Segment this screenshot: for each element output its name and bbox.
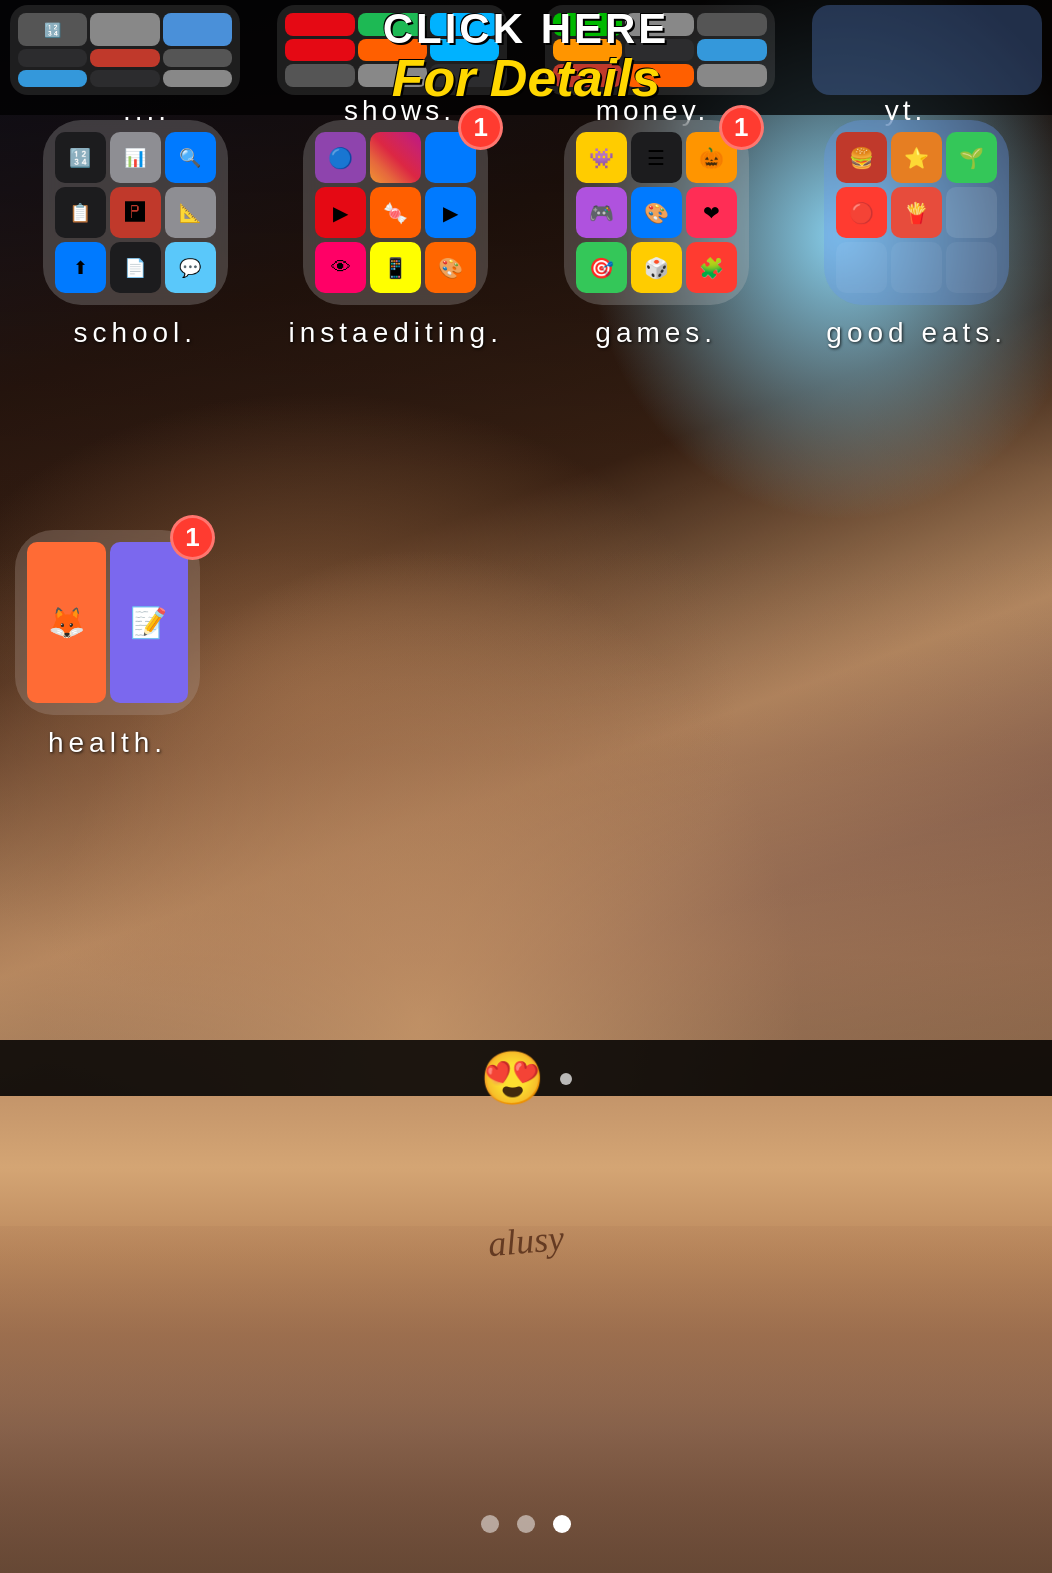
app-health-1: 🦊 (27, 542, 106, 703)
app-eats-3: 🌱 (946, 132, 997, 183)
for-details-text: For Details (392, 50, 661, 107)
folder-name-health: health. (48, 727, 167, 759)
folder-school[interactable]: 🔢 📊 🔍 📋 🅿 📐 ⬆ 📄 💬 school. (15, 120, 256, 349)
folder-name-instaediting: instaediting. (289, 317, 503, 349)
app-insta-4: ▶ (315, 187, 366, 238)
app-games-2: ☰ (631, 132, 682, 183)
app-games-8: 🎲 (631, 242, 682, 293)
app-school-5: 🅿 (110, 187, 161, 238)
click-here-text: CLICK HERE (383, 8, 670, 50)
folder-icon-health[interactable]: 1 🦊 📝 (15, 530, 200, 715)
badge-health: 1 (170, 515, 215, 560)
app-eats-2: ⭐ (891, 132, 942, 183)
second-row-folders: 1 🦊 📝 health. (15, 530, 200, 759)
folder-goodeats[interactable]: 🍔 ⭐ 🌱 🔴 🍟 good eats. (797, 120, 1038, 349)
page-dot-3-active[interactable] (553, 1515, 571, 1533)
app-eats-7 (836, 242, 887, 293)
app-insta-8: 📱 (370, 242, 421, 293)
emoji-area: 😍 (0, 1048, 1052, 1109)
page-dots (0, 1515, 1052, 1533)
folder-icon-instaediting[interactable]: 1 🔵 ▶ 🍬 ▶ 👁 📱 🎨 (303, 120, 488, 305)
app-school-6: 📐 (165, 187, 216, 238)
app-eats-5: 🍟 (891, 187, 942, 238)
app-school-2: 📊 (110, 132, 161, 183)
app-school-1: 🔢 (55, 132, 106, 183)
app-school-4: 📋 (55, 187, 106, 238)
folder-health[interactable]: 1 🦊 📝 health. (15, 530, 200, 759)
app-games-6: ❤ (686, 187, 737, 238)
app-insta-1: 🔵 (315, 132, 366, 183)
app-eats-1: 🍔 (836, 132, 887, 183)
app-games-9: 🧩 (686, 242, 737, 293)
folder-games[interactable]: 1 👾 ☰ 🎃 🎮 🎨 ❤ 🎯 🎲 🧩 games. (536, 120, 777, 349)
folder-icon-school[interactable]: 🔢 📊 🔍 📋 🅿 📐 ⬆ 📄 💬 (43, 120, 228, 305)
app-games-1: 👾 (576, 132, 627, 183)
second-photo-section (0, 1096, 1052, 1573)
app-games-4: 🎮 (576, 187, 627, 238)
emoji-heart-eyes: 😍 (480, 1048, 545, 1109)
tattoo-area: alusy (300, 1220, 752, 1262)
app-school-8: 📄 (110, 242, 161, 293)
app-insta-9: 🎨 (425, 242, 476, 293)
app-insta-6: ▶ (425, 187, 476, 238)
app-school-9: 💬 (165, 242, 216, 293)
folder-icon-goodeats[interactable]: 🍔 ⭐ 🌱 🔴 🍟 (824, 120, 1009, 305)
folders-grid: 🔢 📊 🔍 📋 🅿 📐 ⬆ 📄 💬 school. 1 🔵 ▶ 🍬 ▶ 👁 📱 … (0, 120, 1052, 349)
app-games-7: 🎯 (576, 242, 627, 293)
page-dot-1[interactable] (481, 1515, 499, 1533)
app-insta-2 (370, 132, 421, 183)
app-eats-8 (891, 242, 942, 293)
folder-icon-games[interactable]: 1 👾 ☰ 🎃 🎮 🎨 ❤ 🎯 🎲 🧩 (564, 120, 749, 305)
badge-games: 1 (719, 105, 764, 150)
click-here-banner[interactable]: CLICK HERE For Details (0, 0, 1052, 107)
app-eats-4: 🔴 (836, 187, 887, 238)
app-games-5: 🎨 (631, 187, 682, 238)
app-eats-9 (946, 242, 997, 293)
app-insta-5: 🍬 (370, 187, 421, 238)
dot-indicator (560, 1073, 572, 1085)
folder-name-games: games. (595, 317, 717, 349)
app-school-7: ⬆ (55, 242, 106, 293)
app-school-3: 🔍 (165, 132, 216, 183)
page-dot-2[interactable] (517, 1515, 535, 1533)
app-eats-6 (946, 187, 997, 238)
folder-name-school: school. (73, 317, 197, 349)
folder-instaediting[interactable]: 1 🔵 ▶ 🍬 ▶ 👁 📱 🎨 instaediting. (276, 120, 517, 349)
app-insta-7: 👁 (315, 242, 366, 293)
app-health-2: 📝 (110, 542, 189, 703)
badge-instaediting: 1 (458, 105, 503, 150)
folder-name-goodeats: good eats. (826, 317, 1007, 349)
